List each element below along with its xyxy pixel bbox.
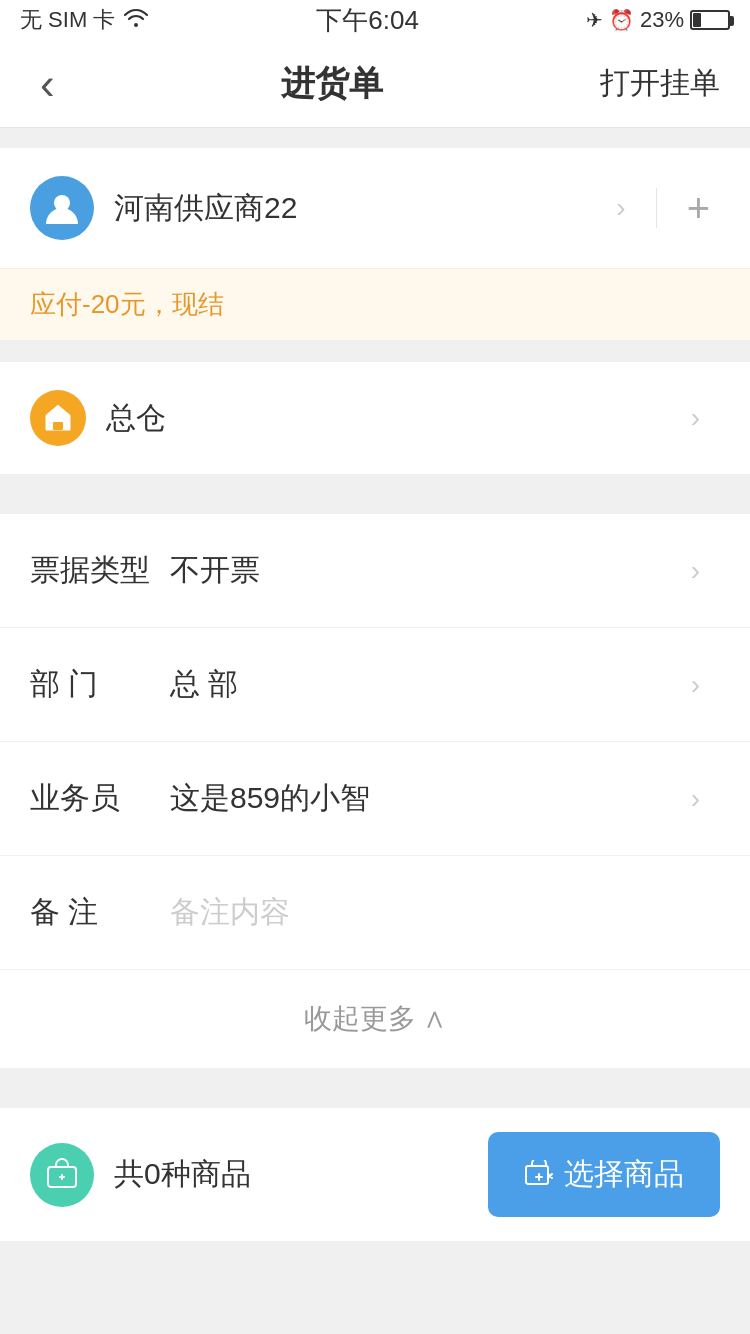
product-count-label: 共0种商品 <box>114 1154 468 1195</box>
top-divider <box>0 128 750 148</box>
select-product-label: 选择商品 <box>564 1154 684 1195</box>
invoice-type-chevron-icon: › <box>691 555 700 587</box>
department-row[interactable]: 部 门 总 部 › <box>0 628 750 742</box>
salesperson-label: 业务员 <box>30 778 170 819</box>
status-right: ✈ ⏰ 23% <box>586 7 730 33</box>
wifi-icon <box>123 7 149 33</box>
svg-rect-1 <box>53 422 63 430</box>
info-section: 票据类型 不开票 › 部 门 总 部 › 业务员 这是859的小智 › 备 注 … <box>0 514 750 969</box>
department-value: 总 部 <box>170 664 691 705</box>
supplier-row[interactable]: 河南供应商22 › + <box>0 148 750 269</box>
supplier-name: 河南供应商22 <box>114 188 616 229</box>
nav-bar: ‹ 进货单 打开挂单 <box>0 40 750 128</box>
salesperson-value: 这是859的小智 <box>170 778 691 819</box>
open-pending-button[interactable]: 打开挂单 <box>600 63 720 104</box>
remark-row[interactable]: 备 注 备注内容 <box>0 856 750 969</box>
invoice-type-value: 不开票 <box>170 550 691 591</box>
notice-banner: 应付-20元，现结 <box>0 269 750 341</box>
select-product-button[interactable]: 选择商品 <box>488 1132 720 1217</box>
back-button[interactable]: ‹ <box>30 49 65 119</box>
location-icon: ✈ <box>586 8 603 32</box>
invoice-type-row[interactable]: 票据类型 不开票 › <box>0 514 750 628</box>
add-supplier-button[interactable]: + <box>677 186 720 231</box>
battery-icon <box>690 10 730 30</box>
status-bar: 无 SIM 卡 下午6:04 ✈ ⏰ 23% <box>0 0 750 40</box>
battery-percent: 23% <box>640 7 684 33</box>
department-chevron-icon: › <box>691 669 700 701</box>
supplier-avatar <box>30 176 94 240</box>
divider-1 <box>0 341 750 361</box>
warehouse-icon <box>30 390 86 446</box>
collapse-button[interactable]: 收起更多 ∧ <box>0 969 750 1068</box>
divider-3 <box>0 1068 750 1088</box>
invoice-type-label: 票据类型 <box>30 550 170 591</box>
status-left: 无 SIM 卡 <box>20 5 149 35</box>
collapse-label: 收起更多 ∧ <box>304 1003 447 1034</box>
notice-text: 应付-20元，现结 <box>30 289 224 319</box>
cart-icon <box>30 1143 94 1207</box>
department-label: 部 门 <box>30 664 170 705</box>
warehouse-row[interactable]: 总仓 › <box>0 361 750 474</box>
supplier-chevron-icon: › <box>616 192 625 224</box>
status-time: 下午6:04 <box>316 3 419 38</box>
remark-input[interactable]: 备注内容 <box>170 892 720 933</box>
remark-label: 备 注 <box>30 892 170 933</box>
page-title: 进货单 <box>281 61 383 107</box>
svg-rect-3 <box>526 1166 548 1184</box>
supplier-divider <box>656 188 657 228</box>
alarm-icon: ⏰ <box>609 8 634 32</box>
supplier-section: 河南供应商22 › + 应付-20元，现结 <box>0 148 750 341</box>
warehouse-chevron-icon: › <box>691 402 700 434</box>
divider-2 <box>0 474 750 494</box>
salesperson-chevron-icon: › <box>691 783 700 815</box>
bottom-bar: 共0种商品 选择商品 <box>0 1108 750 1241</box>
warehouse-name: 总仓 <box>106 398 691 439</box>
carrier-label: 无 SIM 卡 <box>20 5 115 35</box>
salesperson-row[interactable]: 业务员 这是859的小智 › <box>0 742 750 856</box>
